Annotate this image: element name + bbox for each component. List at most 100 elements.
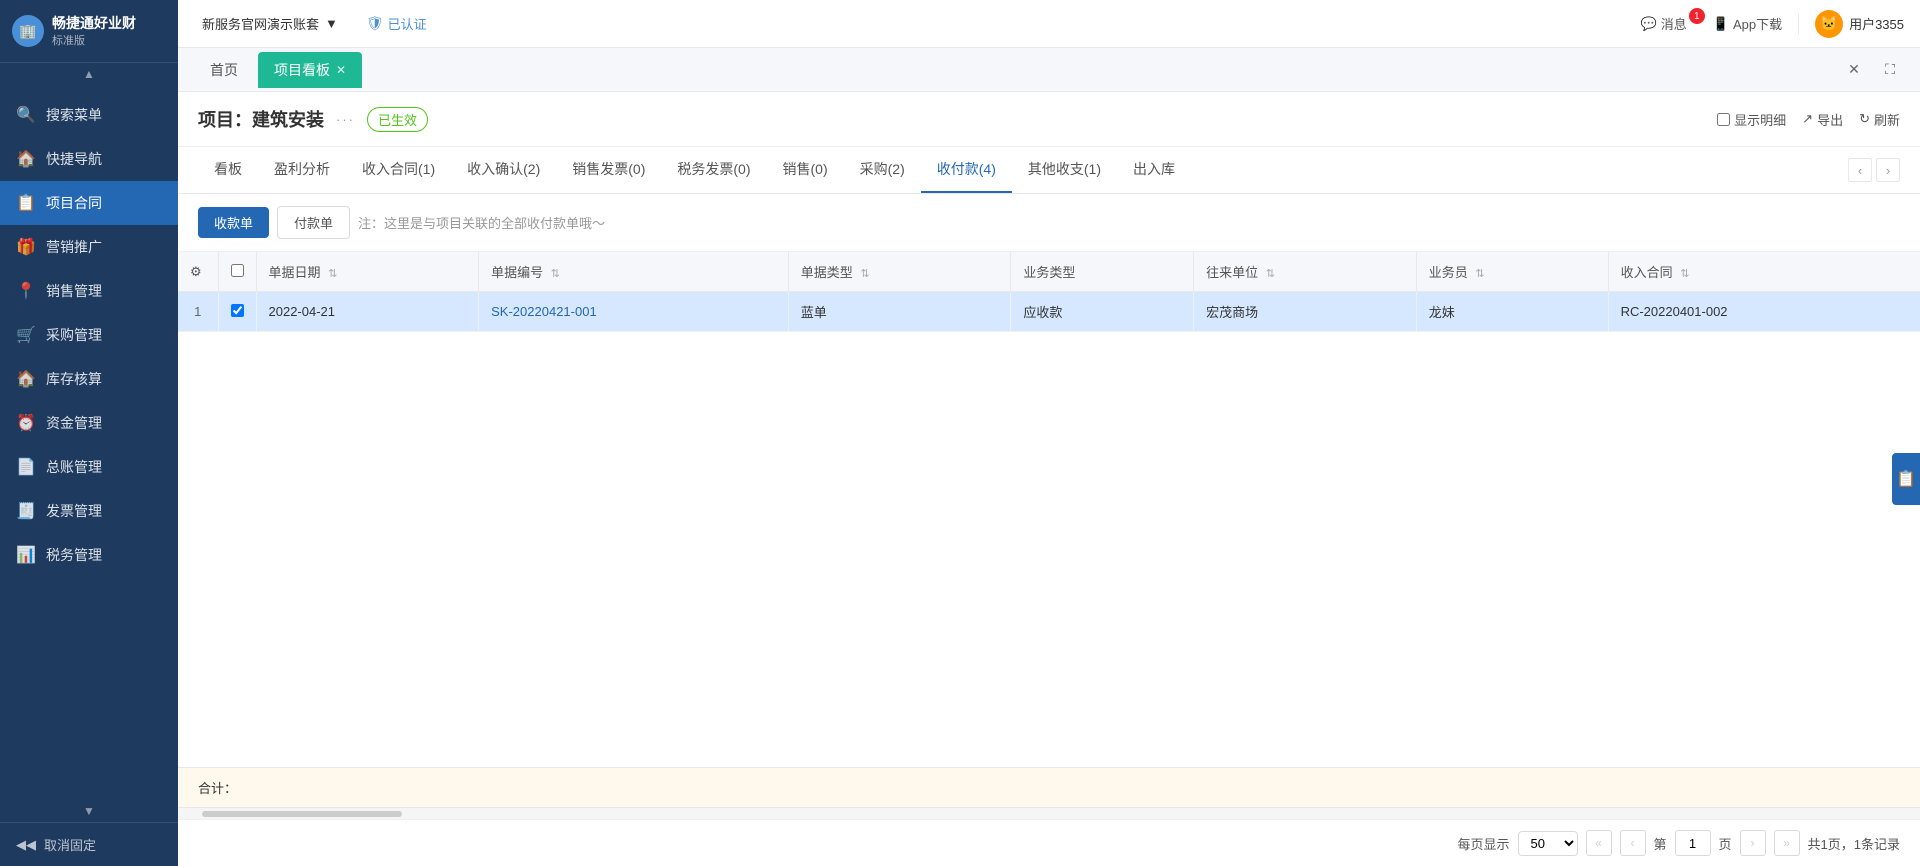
sidebar-item-project-contract[interactable]: 📋 项目合同 xyxy=(0,181,178,225)
col-number[interactable]: 单据编号 ⇅ xyxy=(479,252,789,292)
col-checkbox xyxy=(218,252,256,292)
show-detail-checkbox[interactable]: 显示明细 xyxy=(1717,110,1786,129)
tab-close-icon[interactable]: ✕ xyxy=(336,63,346,77)
sub-tab-other-income-label: 其他收支(1) xyxy=(1028,161,1101,177)
page-last-button[interactable]: » xyxy=(1774,830,1800,856)
page-suffix: 页 xyxy=(1719,834,1732,853)
tab-home[interactable]: 首页 xyxy=(194,52,254,88)
page-first-button[interactable]: « xyxy=(1586,830,1612,856)
user-name: 用户3355 xyxy=(1849,14,1904,33)
sidebar-item-quick-nav[interactable]: 🏠 快捷导航 xyxy=(0,137,178,181)
shield-icon: 🛡 xyxy=(366,15,384,32)
row-type: 蓝单 xyxy=(788,292,1011,332)
select-all-checkbox[interactable] xyxy=(231,264,244,277)
message-button[interactable]: 💬 消息 1 xyxy=(1631,14,1697,33)
sub-tab-next-arrow[interactable]: › xyxy=(1876,158,1900,182)
sidebar-item-marketing[interactable]: 🎁 营销推广 xyxy=(0,225,178,269)
close-window-button[interactable]: ✕ xyxy=(1840,56,1868,84)
sidebar-scroll-down[interactable]: ▼ xyxy=(0,800,178,822)
show-detail-input[interactable] xyxy=(1717,113,1730,126)
table-footer: 合计： xyxy=(178,767,1920,807)
project-more-button[interactable]: ··· xyxy=(336,112,355,127)
page-next-button[interactable]: › xyxy=(1740,830,1766,856)
sidebar-item-label-ledger: 总账管理 xyxy=(46,457,102,477)
sidebar-item-inventory[interactable]: 🏠 库存核算 xyxy=(0,357,178,401)
project-actions: 显示明细 ↗ 导出 ↻ 刷新 xyxy=(1717,110,1900,129)
page-prev-button[interactable]: ‹ xyxy=(1620,830,1646,856)
page-input[interactable] xyxy=(1675,830,1711,856)
search-icon: 🔍 xyxy=(16,105,36,125)
sub-tab-kanban[interactable]: 看板 xyxy=(198,147,258,193)
invoice-icon: 🧾 xyxy=(16,501,36,521)
row-salesman-value: 龙妹 xyxy=(1429,305,1455,320)
row-seq-value: 1 xyxy=(194,304,201,319)
col-gear[interactable]: ⚙ xyxy=(178,252,218,292)
sort-icon-type: ⇅ xyxy=(860,268,869,280)
sub-tab-sales[interactable]: 销售(0) xyxy=(767,147,844,193)
sub-tab-other-income[interactable]: 其他收支(1) xyxy=(1012,147,1117,193)
project-icon: 📋 xyxy=(16,193,36,213)
certified-badge: 🛡 已认证 xyxy=(366,14,427,33)
sidebar-item-label-sales: 销售管理 xyxy=(46,281,102,301)
export-button[interactable]: ↗ 导出 xyxy=(1802,110,1843,129)
content-wrapper: 项目： 建筑安装 ··· 已生效 显示明细 ↗ 导出 ↻ 刷新 xyxy=(178,92,1920,866)
sub-tab-income-confirm[interactable]: 收入确认(2) xyxy=(451,147,556,193)
sub-tab-tax-invoice[interactable]: 税务发票(0) xyxy=(661,147,766,193)
row-number-link[interactable]: SK-20220421-001 xyxy=(491,304,597,319)
col-partner[interactable]: 往来单位 ⇅ xyxy=(1194,252,1417,292)
col-income-contract[interactable]: 收入合同 ⇅ xyxy=(1608,252,1920,292)
sidebar-item-label-project-contract: 项目合同 xyxy=(46,193,102,213)
sub-tab-income-contract[interactable]: 收入合同(1) xyxy=(346,147,451,193)
tab-project-board[interactable]: 项目看板 ✕ xyxy=(258,52,362,88)
sub-tab-sales-invoice[interactable]: 销售发票(0) xyxy=(556,147,661,193)
table-row[interactable]: 1 2022-04-21 SK-20220421-001 xyxy=(178,292,1920,332)
sub-tab-receipt[interactable]: 收付款(4) xyxy=(921,147,1012,193)
user-info[interactable]: 🐱 用户3355 xyxy=(1815,10,1904,38)
message-icon: 💬 xyxy=(1641,16,1657,32)
row-number[interactable]: SK-20220421-001 xyxy=(479,292,789,332)
page-size-select[interactable]: 50 100 200 xyxy=(1518,831,1578,856)
sub-tab-sales-invoice-label: 销售发票(0) xyxy=(572,161,645,177)
sidebar-item-sales[interactable]: 📍 销售管理 xyxy=(0,269,178,313)
sidebar-scroll-up[interactable]: ▲ xyxy=(0,63,178,85)
button-group: 收款单 付款单 注：这里是与项目关联的全部收付款单哦～ xyxy=(178,194,1920,252)
receipt-button[interactable]: 收款单 xyxy=(198,207,269,238)
sub-tab-inout[interactable]: 出入库 xyxy=(1117,147,1191,193)
scrollbar-thumb[interactable] xyxy=(202,811,402,817)
account-selector[interactable]: 新服务官网演示账套 ▼ xyxy=(194,10,346,37)
right-panel-toggle[interactable]: 📋 xyxy=(1892,453,1920,505)
topbar: 新服务官网演示账套 ▼ 🛡 已认证 💬 消息 1 📱 App下载 🐱 用户335… xyxy=(178,0,1920,48)
row-partner: 宏茂商场 xyxy=(1194,292,1417,332)
sub-tab-profit[interactable]: 盈利分析 xyxy=(258,147,346,193)
sub-tab-purchase-label: 采购(2) xyxy=(860,161,905,177)
sidebar-item-tax[interactable]: 📊 税务管理 xyxy=(0,533,178,577)
refresh-icon: ↻ xyxy=(1859,111,1870,127)
gear-icon: ⚙ xyxy=(190,264,202,279)
sidebar-unpin-button[interactable]: ◀◀ 取消固定 xyxy=(0,822,178,866)
horizontal-scrollbar[interactable] xyxy=(178,807,1920,819)
row-checkbox-cell[interactable] xyxy=(218,292,256,332)
topbar-divider xyxy=(1798,14,1799,34)
col-type[interactable]: 单据类型 ⇅ xyxy=(788,252,1011,292)
sidebar-item-search[interactable]: 🔍 搜索菜单 xyxy=(0,93,178,137)
refresh-button[interactable]: ↻ 刷新 xyxy=(1859,110,1900,129)
sidebar-item-capital[interactable]: ⏰ 资金管理 xyxy=(0,401,178,445)
sidebar-item-ledger[interactable]: 📄 总账管理 xyxy=(0,445,178,489)
sub-tab-sales-label: 销售(0) xyxy=(783,161,828,177)
col-date[interactable]: 单据日期 ⇅ xyxy=(256,252,479,292)
tab-project-board-label: 项目看板 xyxy=(274,60,330,80)
sidebar-item-label-search: 搜索菜单 xyxy=(46,105,102,125)
sidebar-item-label-tax: 税务管理 xyxy=(46,545,102,565)
sidebar-item-purchase[interactable]: 🛒 采购管理 xyxy=(0,313,178,357)
sub-tab-prev-arrow[interactable]: ‹ xyxy=(1848,158,1872,182)
payment-button[interactable]: 付款单 xyxy=(277,206,350,239)
sub-tab-purchase[interactable]: 采购(2) xyxy=(844,147,921,193)
maximize-window-button[interactable]: ⛶ xyxy=(1876,56,1904,84)
sidebar-item-label-inventory: 库存核算 xyxy=(46,369,102,389)
col-income-contract-label: 收入合同 xyxy=(1621,265,1673,280)
app-download-button[interactable]: 📱 App下载 xyxy=(1713,14,1782,33)
row-checkbox[interactable] xyxy=(231,304,244,317)
col-salesman[interactable]: 业务员 ⇅ xyxy=(1416,252,1608,292)
sidebar-item-invoice[interactable]: 🧾 发票管理 xyxy=(0,489,178,533)
data-table: ⚙ 单据日期 ⇅ 单据编号 ⇅ xyxy=(178,252,1920,332)
